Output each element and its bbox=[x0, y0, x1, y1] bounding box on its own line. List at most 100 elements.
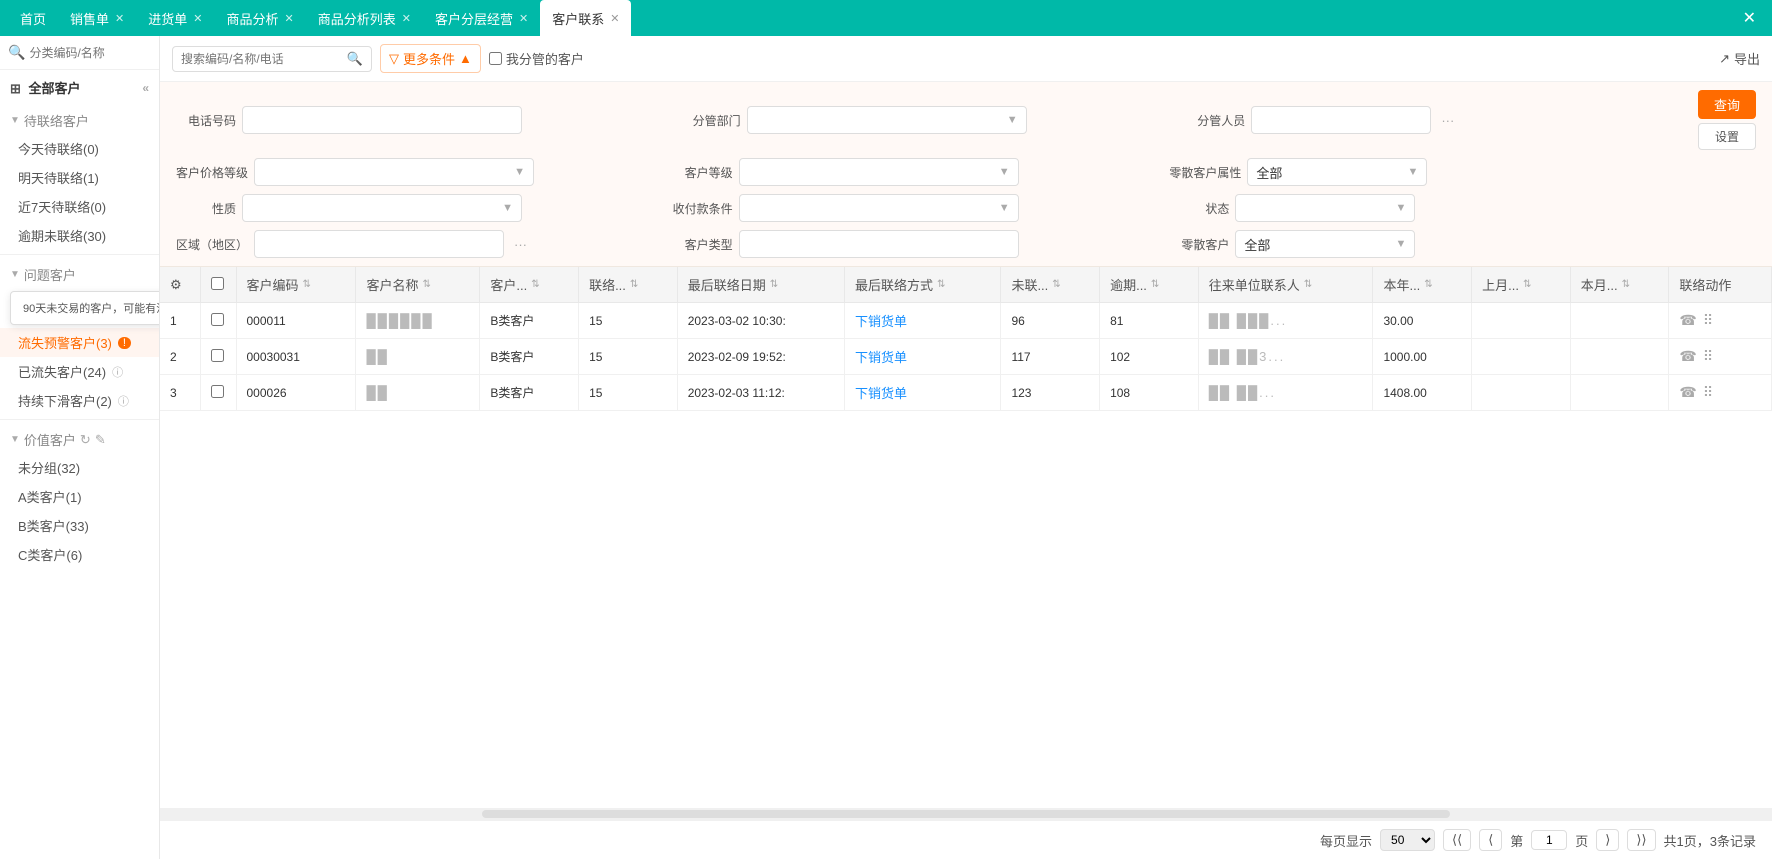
region-select[interactable] bbox=[254, 230, 504, 258]
per-page-select[interactable]: 50 20 100 bbox=[1380, 829, 1435, 851]
payment-select[interactable]: ▼ bbox=[739, 194, 1019, 222]
dept-select[interactable]: ▼ bbox=[747, 106, 1027, 134]
cell-actions: ☎ ⠿ bbox=[1669, 375, 1772, 411]
tab-customer-contact[interactable]: 客户联系 ✕ bbox=[540, 0, 631, 36]
window-close-button[interactable]: ✕ bbox=[1735, 8, 1764, 28]
cell-last-month bbox=[1472, 375, 1571, 411]
my-customers-checkbox[interactable] bbox=[489, 52, 502, 65]
close-icon[interactable]: ✕ bbox=[519, 12, 528, 25]
my-customers-checkbox-label[interactable]: 我分管的客户 bbox=[489, 49, 584, 68]
tab-product-analysis[interactable]: 商品分析 ✕ bbox=[214, 0, 305, 36]
gear-icon[interactable]: ⚙ bbox=[170, 277, 182, 293]
sidebar-item-tomorrow-pending[interactable]: 明天待联络(1) bbox=[0, 163, 159, 192]
phone-action-icon[interactable]: ☎ bbox=[1679, 348, 1696, 365]
phone-input[interactable] bbox=[242, 106, 522, 134]
row-checkbox[interactable] bbox=[211, 313, 224, 326]
th-uncontacted: 未联... ⇅ bbox=[1001, 267, 1100, 303]
more-action-icon[interactable]: ⠿ bbox=[1703, 384, 1713, 401]
last-page-button[interactable]: ⟩⟩ bbox=[1627, 829, 1655, 851]
sidebar-collapse-button[interactable]: « bbox=[142, 81, 149, 95]
sidebar-header[interactable]: ⊞ 全部客户 « bbox=[0, 70, 159, 105]
edit-icon[interactable]: ✎ bbox=[95, 432, 106, 448]
phone-action-icon[interactable]: ☎ bbox=[1679, 384, 1696, 401]
th-last-month: 上月... ⇅ bbox=[1472, 267, 1571, 303]
page-label: 第 bbox=[1510, 831, 1523, 850]
sidebar-item-churned[interactable]: 已流失客户(24) ⓘ bbox=[0, 357, 159, 386]
info-icon: ⓘ bbox=[112, 364, 123, 380]
close-icon[interactable]: ✕ bbox=[115, 12, 124, 25]
search-submit-icon[interactable]: 🔍 bbox=[347, 51, 363, 67]
more-dots-icon[interactable]: ··· bbox=[1441, 113, 1454, 128]
tab-home[interactable]: 首页 bbox=[8, 0, 58, 36]
person-select[interactable] bbox=[1251, 106, 1431, 134]
more-conditions-button[interactable]: ▽ 更多条件 ▲ bbox=[380, 44, 481, 73]
grid-icon: ⊞ bbox=[10, 81, 21, 96]
close-icon[interactable]: ✕ bbox=[193, 12, 202, 25]
tab-customer-layers[interactable]: 客户分层经营 ✕ bbox=[423, 0, 540, 36]
horizontal-scrollbar[interactable] bbox=[160, 808, 1772, 820]
first-page-button[interactable]: ⟨⟨ bbox=[1443, 829, 1471, 851]
search-input-container: 🔍 bbox=[172, 46, 372, 72]
price-grade-select[interactable]: ▼ bbox=[254, 158, 534, 186]
customer-grade-select[interactable]: ▼ bbox=[739, 158, 1019, 186]
scroll-track[interactable] bbox=[482, 810, 1449, 818]
nature-select[interactable]: ▼ bbox=[242, 194, 522, 222]
page-number-input[interactable] bbox=[1531, 830, 1567, 850]
sidebar-item-class-b[interactable]: B类客户(33) bbox=[0, 511, 159, 540]
query-button[interactable]: 查询 bbox=[1698, 90, 1756, 119]
sidebar-group-value[interactable]: ▼ 价值客户 ↻ ✎ bbox=[0, 424, 159, 453]
refresh-icon[interactable]: ↻ bbox=[80, 432, 91, 448]
sidebar-item-today-pending[interactable]: 今天待联络(0) bbox=[0, 134, 159, 163]
sidebar-item-week-pending[interactable]: 近7天待联络(0) bbox=[0, 192, 159, 221]
row-checkbox[interactable] bbox=[211, 349, 224, 362]
cell-overdue: 102 bbox=[1100, 339, 1199, 375]
last-contact-method-link[interactable]: 下销货单 bbox=[855, 350, 907, 365]
filter-row-4: 区域（地区） ··· 客户类型 零散客户 全部 bbox=[176, 230, 1756, 258]
last-contact-method-link[interactable]: 下销货单 bbox=[855, 314, 907, 329]
more-action-icon[interactable]: ⠿ bbox=[1703, 348, 1713, 365]
prev-page-button[interactable]: ⟨ bbox=[1479, 829, 1502, 851]
export-button[interactable]: ↗ 导出 bbox=[1719, 49, 1760, 68]
phone-action-icon[interactable]: ☎ bbox=[1679, 312, 1696, 329]
cell-last-contact-date: 2023-02-09 19:52: bbox=[677, 339, 844, 375]
data-table-container: ⚙ 客户编码 ⇅ bbox=[160, 267, 1772, 808]
customer-type-select[interactable] bbox=[739, 230, 1019, 258]
tooltip-problem-customers: 90天未交易的客户，可能有流失风险。 bbox=[10, 291, 160, 325]
tab-product-analysis-list[interactable]: 商品分析列表 ✕ bbox=[306, 0, 423, 36]
cell-this-month bbox=[1570, 375, 1669, 411]
sidebar-group-pending[interactable]: ▼ 待联络客户 bbox=[0, 105, 159, 134]
sidebar-group-problem[interactable]: ▼ 问题客户 bbox=[0, 259, 159, 288]
more-action-icon[interactable]: ⠿ bbox=[1703, 312, 1713, 329]
sidebar-item-overdue-pending[interactable]: 逾期未联络(30) bbox=[0, 221, 159, 250]
search-input[interactable] bbox=[181, 52, 341, 66]
advanced-filter-panel: 电话号码 分管部门 ▼ 分管人员 ··· bbox=[160, 82, 1772, 267]
table-row: 2 00030031 ██ B类客户 15 2023-02-09 19:52: … bbox=[160, 339, 1772, 375]
sort-icon: ⇅ bbox=[770, 279, 778, 290]
sidebar-search-input[interactable] bbox=[29, 46, 160, 60]
close-icon[interactable]: ✕ bbox=[402, 12, 411, 25]
row-checkbox[interactable] bbox=[211, 385, 224, 398]
close-icon[interactable]: ✕ bbox=[610, 12, 619, 25]
tab-sales[interactable]: 销售单 ✕ bbox=[58, 0, 136, 36]
cell-this-year: 1000.00 bbox=[1373, 339, 1472, 375]
churn-warning-badge: ! bbox=[118, 337, 131, 349]
cell-uncontacted: 96 bbox=[1001, 303, 1100, 339]
next-page-button[interactable]: ⟩ bbox=[1596, 829, 1619, 851]
sidebar-item-churn-warning[interactable]: 流失预警客户(3) ! bbox=[0, 328, 159, 357]
status-select[interactable]: ▼ bbox=[1235, 194, 1415, 222]
scatter-customer-select[interactable]: 全部 ▼ bbox=[1235, 230, 1415, 258]
scatter-attr-select[interactable]: 全部 ▼ bbox=[1247, 158, 1427, 186]
settings-button[interactable]: 设置 bbox=[1698, 123, 1756, 150]
chevron-down-icon: ▼ bbox=[999, 202, 1010, 214]
tab-purchase[interactable]: 进货单 ✕ bbox=[136, 0, 214, 36]
sidebar-item-declining[interactable]: 持续下滑客户(2) ⓘ bbox=[0, 386, 159, 415]
sidebar-item-class-a[interactable]: A类客户(1) bbox=[0, 482, 159, 511]
last-contact-method-link[interactable]: 下销货单 bbox=[855, 386, 907, 401]
close-icon[interactable]: ✕ bbox=[285, 12, 294, 25]
sidebar-item-class-c[interactable]: C类客户(6) bbox=[0, 540, 159, 569]
more-dots-icon[interactable]: ··· bbox=[514, 237, 527, 252]
sort-icon: ⇅ bbox=[1424, 279, 1432, 290]
data-table: ⚙ 客户编码 ⇅ bbox=[160, 267, 1772, 411]
sidebar-item-ungrouped[interactable]: 未分组(32) bbox=[0, 453, 159, 482]
select-all-checkbox[interactable] bbox=[211, 277, 224, 290]
